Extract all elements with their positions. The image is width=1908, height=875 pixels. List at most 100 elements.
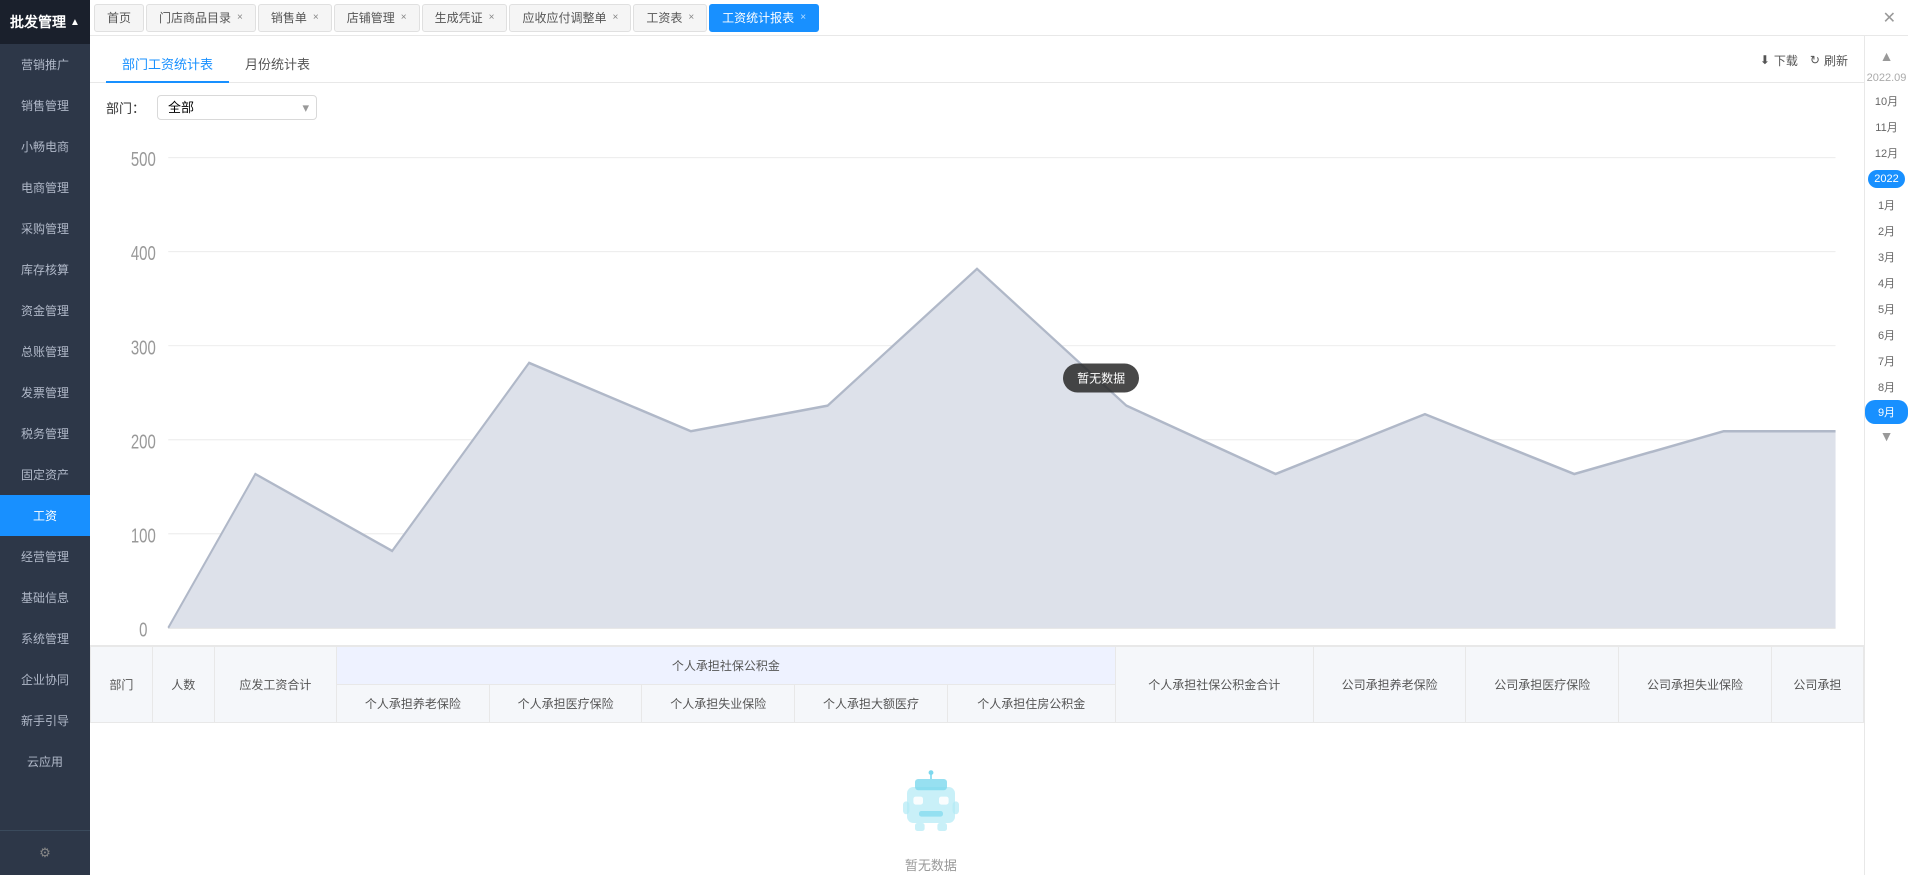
timeline-panel: ▲ 2022.09 10月11月12月 2022 1月2月3月4月5月6月7月8…	[1864, 36, 1908, 875]
svg-text:400: 400	[131, 242, 156, 265]
sidebar: 批发管理 ▲ 营销推广销售管理小畅电商电商管理采购管理库存核算资金管理总账管理发…	[0, 0, 90, 875]
close-all-icon: ✕	[1883, 8, 1896, 28]
col-total: 应发工资合计	[214, 647, 336, 723]
refresh-icon: ↻	[1810, 53, 1820, 67]
col-c7: 公司承担养老保险	[1313, 647, 1466, 723]
tab-close-icon[interactable]: ×	[489, 12, 495, 23]
timeline-month-active[interactable]: 9月	[1865, 400, 1908, 424]
sidebar-item-小畅电商[interactable]: 小畅电商	[0, 126, 90, 167]
main-area: 首页门店商品目录×销售单×店铺管理×生成凭证×应收应付调整单×工资表×工资统计报…	[90, 0, 1908, 875]
tab-门店商品目录[interactable]: 门店商品目录×	[146, 4, 256, 32]
svg-text:500: 500	[131, 148, 156, 171]
timeline-month-11月[interactable]: 11月	[1875, 114, 1898, 140]
sidebar-item-系统管理[interactable]: 系统管理	[0, 618, 90, 659]
tab-label: 工资表	[646, 9, 682, 26]
tab-销售单[interactable]: 销售单 ×	[258, 4, 332, 32]
dept-filter-wrap: 全部	[157, 95, 317, 120]
col-c2: 个人承担医疗保险	[489, 685, 642, 723]
tab-close-icon[interactable]: ×	[313, 12, 319, 23]
empty-state: 暂无数据	[91, 723, 1772, 875]
sidebar-footer[interactable]: ⚙	[0, 830, 90, 875]
tab-店铺管理[interactable]: 店铺管理 ×	[334, 4, 420, 32]
sub-tab-月份统计表[interactable]: 月份统计表	[229, 46, 326, 83]
col-group-personal: 个人承担社保公积金	[337, 647, 1116, 685]
timeline-month-2月[interactable]: 2月	[1878, 218, 1895, 244]
timeline-month-3月[interactable]: 3月	[1878, 244, 1895, 270]
filter-label: 部门：	[106, 98, 145, 117]
sidebar-item-营销推广[interactable]: 营销推广	[0, 44, 90, 85]
timeline-year-label: 2022.09	[1867, 68, 1907, 88]
sidebar-item-销售管理[interactable]: 销售管理	[0, 85, 90, 126]
timeline-month-8月[interactable]: 8月	[1878, 374, 1895, 400]
timeline-month-1月[interactable]: 1月	[1878, 192, 1895, 218]
timeline-nav-down[interactable]: ▼	[1876, 424, 1898, 448]
sidebar-header[interactable]: 批发管理 ▲	[0, 0, 90, 44]
sidebar-title: 批发管理	[10, 12, 66, 32]
timeline-month-10月[interactable]: 10月	[1875, 88, 1898, 114]
timeline-nav-up[interactable]: ▲	[1876, 44, 1898, 68]
sidebar-item-企业协同[interactable]: 企业协同	[0, 659, 90, 700]
timeline-month-12月[interactable]: 12月	[1875, 140, 1898, 166]
sidebar-item-资金管理[interactable]: 资金管理	[0, 290, 90, 331]
sidebar-item-税务管理[interactable]: 税务管理	[0, 413, 90, 454]
sidebar-item-采购管理[interactable]: 采购管理	[0, 208, 90, 249]
page-content: 部门工资统计表月份统计表 ⬇ 下载 ↻ 刷新 部门： 全	[90, 36, 1864, 875]
sidebar-item-库存核算[interactable]: 库存核算	[0, 249, 90, 290]
sidebar-item-总账管理[interactable]: 总账管理	[0, 331, 90, 372]
content-area: 部门工资统计表月份统计表 ⬇ 下载 ↻ 刷新 部门： 全	[90, 36, 1908, 875]
timeline-month-5月[interactable]: 5月	[1878, 296, 1895, 322]
sidebar-item-云应用[interactable]: 云应用	[0, 741, 90, 782]
col-c10: 公司承担	[1771, 647, 1863, 723]
dept-filter[interactable]: 全部	[157, 95, 317, 120]
tab-close-icon[interactable]: ×	[800, 12, 806, 23]
tab-bar: 首页门店商品目录×销售单×店铺管理×生成凭证×应收应付调整单×工资表×工资统计报…	[90, 0, 1908, 36]
sidebar-item-固定资产[interactable]: 固定资产	[0, 454, 90, 495]
tab-close-icon[interactable]: ×	[612, 12, 618, 23]
sub-tabs-bar: 部门工资统计表月份统计表 ⬇ 下载 ↻ 刷新	[90, 36, 1864, 83]
download-btn[interactable]: ⬇ 下载	[1760, 52, 1798, 69]
refresh-label: 刷新	[1824, 52, 1848, 69]
tab-close-icon[interactable]: ×	[237, 12, 243, 23]
chart-svg: 0 100 200 300 400 500	[106, 132, 1848, 645]
sidebar-toggle-icon: ▲	[70, 17, 80, 28]
col-c4: 个人承担大额医疗	[795, 685, 948, 723]
col-c1: 个人承担养老保险	[337, 685, 490, 723]
sidebar-item-经营管理[interactable]: 经营管理	[0, 536, 90, 577]
tab-生成凭证[interactable]: 生成凭证×	[422, 4, 508, 32]
timeline-month-7月[interactable]: 7月	[1878, 348, 1895, 374]
timeline-month-6月[interactable]: 6月	[1878, 322, 1895, 348]
download-icon: ⬇	[1760, 53, 1770, 67]
tab-首页[interactable]: 首页	[94, 4, 144, 32]
tab-close-icon[interactable]: ×	[401, 12, 407, 23]
data-table: 部门 人数 应发工资合计 个人承担社保公积金 个人承担社保公积金合计 公司承担养…	[90, 646, 1864, 875]
empty-row: 暂无数据	[91, 723, 1864, 875]
tab-bar-close[interactable]: ✕	[1875, 8, 1904, 28]
timeline-month-4月[interactable]: 4月	[1878, 270, 1895, 296]
svg-text:200: 200	[131, 430, 156, 453]
table-section: 部门 人数 应发工资合计 个人承担社保公积金 个人承担社保公积金合计 公司承担养…	[90, 645, 1864, 875]
tab-label: 店铺管理	[347, 9, 395, 26]
refresh-btn[interactable]: ↻ 刷新	[1810, 52, 1848, 69]
col-c5: 个人承担住房公积金	[947, 685, 1115, 723]
tab-label: 销售单	[271, 9, 307, 26]
empty-icon	[891, 763, 971, 843]
tab-应收应付调整单[interactable]: 应收应付调整单×	[509, 4, 631, 32]
sub-tab-部门工资统计表[interactable]: 部门工资统计表	[106, 46, 229, 83]
sidebar-item-电商管理[interactable]: 电商管理	[0, 167, 90, 208]
download-label: 下载	[1774, 52, 1798, 69]
tab-close-icon[interactable]: ×	[688, 12, 694, 23]
chart-no-data-tooltip: 暂无数据	[1063, 364, 1139, 393]
sidebar-item-工资[interactable]: 工资	[0, 495, 90, 536]
tab-工资表[interactable]: 工资表 ×	[633, 4, 707, 32]
sidebar-item-新手引导[interactable]: 新手引导	[0, 700, 90, 741]
col-c3: 个人承担失业保险	[642, 685, 795, 723]
sidebar-item-基础信息[interactable]: 基础信息	[0, 577, 90, 618]
svg-text:100: 100	[131, 524, 156, 547]
tab-label: 工资统计报表	[722, 9, 794, 26]
empty-text: 暂无数据	[905, 855, 957, 874]
timeline-year-badge[interactable]: 2022	[1868, 170, 1904, 188]
settings-icon: ⚙	[39, 845, 51, 860]
tab-工资统计报表[interactable]: 工资统计报表 ×	[709, 4, 819, 32]
sidebar-item-发票管理[interactable]: 发票管理	[0, 372, 90, 413]
col-c9: 公司承担失业保险	[1619, 647, 1772, 723]
